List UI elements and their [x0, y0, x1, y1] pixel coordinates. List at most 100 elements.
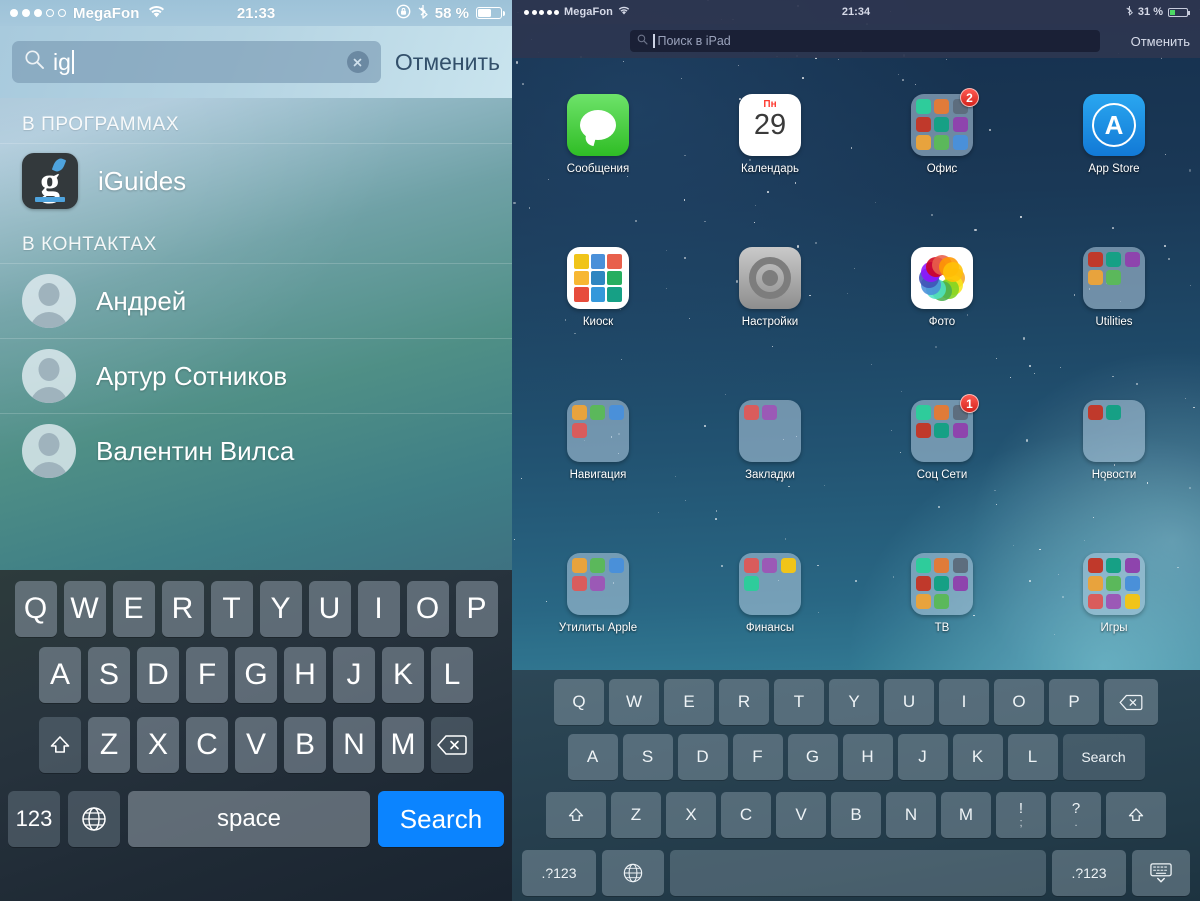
key-k[interactable]: K [382, 647, 424, 703]
search-input[interactable]: ig [12, 41, 381, 83]
key-e[interactable]: E [664, 679, 714, 725]
key-g[interactable]: G [787, 734, 838, 780]
shift-key-right[interactable] [1106, 792, 1166, 838]
app-cell[interactable]: Закладки [684, 364, 856, 517]
app-cell[interactable]: Фото [856, 211, 1028, 364]
shift-key[interactable] [39, 717, 81, 773]
result-row-contact[interactable]: Андрей [0, 263, 512, 338]
key-j[interactable]: J [333, 647, 375, 703]
result-row-contact[interactable]: Артур Сотников [0, 338, 512, 413]
key-q[interactable]: Q [14, 581, 57, 637]
key-i[interactable]: I [357, 581, 400, 637]
cancel-button[interactable]: Отменить [395, 49, 500, 76]
key-r[interactable]: R [161, 581, 204, 637]
key-h[interactable]: H [284, 647, 326, 703]
key-z[interactable]: Z [88, 717, 130, 773]
messages-app-icon[interactable] [567, 94, 629, 156]
key-n[interactable]: N [333, 717, 375, 773]
office-folder-icon[interactable]: 2 [911, 88, 979, 156]
key-w[interactable]: W [609, 679, 659, 725]
key-l[interactable]: L [431, 647, 473, 703]
key-t[interactable]: T [774, 679, 824, 725]
key-r[interactable]: R [719, 679, 769, 725]
app-cell[interactable]: Навигация [512, 364, 684, 517]
finance-folder-icon[interactable] [739, 553, 801, 615]
app-cell[interactable]: Utilities [1028, 211, 1200, 364]
app-cell[interactable]: ТВ [856, 517, 1028, 670]
calendar-app-icon[interactable]: Пн 29 [739, 94, 801, 156]
key-p[interactable]: P [455, 581, 498, 637]
app-cell[interactable]: Новости [1028, 364, 1200, 517]
key-m[interactable]: M [382, 717, 424, 773]
key-c[interactable]: C [721, 792, 771, 838]
appstore-app-icon[interactable]: A [1083, 94, 1145, 156]
punctuation-key-exclaim[interactable]: ! ; [996, 792, 1046, 838]
games-folder-icon[interactable] [1083, 553, 1145, 615]
iphone-keyboard[interactable]: QWERTYUIOP ASDFGHJKL ZXCVBNM 123 space S… [0, 570, 512, 901]
key-d[interactable]: D [677, 734, 728, 780]
key-u[interactable]: U [884, 679, 934, 725]
bookmarks-folder-icon[interactable] [739, 400, 801, 462]
punctuation-key-question[interactable]: ? . [1051, 792, 1101, 838]
backspace-key[interactable] [431, 717, 473, 773]
app-cell[interactable]: A App Store [1028, 58, 1200, 211]
key-l[interactable]: L [1007, 734, 1058, 780]
key-y[interactable]: Y [259, 581, 302, 637]
key-v[interactable]: V [776, 792, 826, 838]
key-n[interactable]: N [886, 792, 936, 838]
key-c[interactable]: C [186, 717, 228, 773]
search-key[interactable]: Search [1062, 734, 1145, 780]
key-i[interactable]: I [939, 679, 989, 725]
key-a[interactable]: A [39, 647, 81, 703]
app-cell[interactable]: Утилиты Apple [512, 517, 684, 670]
app-cell[interactable]: 2 Офис [856, 58, 1028, 211]
social-folder-icon[interactable]: 1 [911, 394, 979, 462]
search-input[interactable]: Поиск в iPad [630, 30, 1100, 52]
key-s[interactable]: S [88, 647, 130, 703]
settings-app-icon[interactable] [739, 247, 801, 309]
key-f[interactable]: F [186, 647, 228, 703]
search-key[interactable]: Search [378, 791, 504, 847]
app-cell[interactable]: Игры [1028, 517, 1200, 670]
result-row-contact[interactable]: Валентин Вилса [0, 413, 512, 488]
result-row-app[interactable]: g iGuides [0, 143, 512, 218]
key-h[interactable]: H [842, 734, 893, 780]
key-f[interactable]: F [732, 734, 783, 780]
key-q[interactable]: Q [554, 679, 604, 725]
clear-icon[interactable] [346, 51, 369, 73]
key-g[interactable]: G [235, 647, 277, 703]
key-x[interactable]: X [666, 792, 716, 838]
navigation-folder-icon[interactable] [567, 400, 629, 462]
photos-app-icon[interactable] [911, 247, 973, 309]
key-z[interactable]: Z [611, 792, 661, 838]
key-d[interactable]: D [137, 647, 179, 703]
key-e[interactable]: E [112, 581, 155, 637]
key-j[interactable]: J [897, 734, 948, 780]
key-s[interactable]: S [622, 734, 673, 780]
newsstand-app-icon[interactable] [567, 247, 629, 309]
app-cell[interactable]: 1 Соц Сети [856, 364, 1028, 517]
space-key[interactable]: space [128, 791, 370, 847]
news-folder-icon[interactable] [1083, 400, 1145, 462]
key-t[interactable]: T [210, 581, 253, 637]
app-cell[interactable]: Финансы [684, 517, 856, 670]
key-p[interactable]: P [1049, 679, 1099, 725]
app-cell[interactable]: Сообщения [512, 58, 684, 211]
key-k[interactable]: K [952, 734, 1003, 780]
key-x[interactable]: X [137, 717, 179, 773]
app-cell[interactable]: Киоск [512, 211, 684, 364]
key-w[interactable]: W [63, 581, 106, 637]
numeric-key-left[interactable]: .?123 [522, 849, 596, 896]
cancel-button[interactable]: Отменить [1131, 34, 1190, 49]
search-results-list[interactable]: В ПРОГРАММАХ g iGuides В КОНТАКТАХ Андре… [0, 98, 512, 570]
globe-icon[interactable] [68, 791, 120, 847]
key-y[interactable]: Y [829, 679, 879, 725]
tv-folder-icon[interactable] [911, 553, 973, 615]
numeric-key[interactable]: 123 [8, 791, 60, 847]
ipad-keyboard[interactable]: QWERTYUIOP ASDFGHJKL Search ZXCVBNM ! ; [512, 670, 1200, 901]
shift-key-left[interactable] [546, 792, 606, 838]
key-b[interactable]: B [831, 792, 881, 838]
utilities-folder-icon[interactable] [1083, 247, 1145, 309]
key-a[interactable]: A [567, 734, 618, 780]
key-m[interactable]: M [941, 792, 991, 838]
